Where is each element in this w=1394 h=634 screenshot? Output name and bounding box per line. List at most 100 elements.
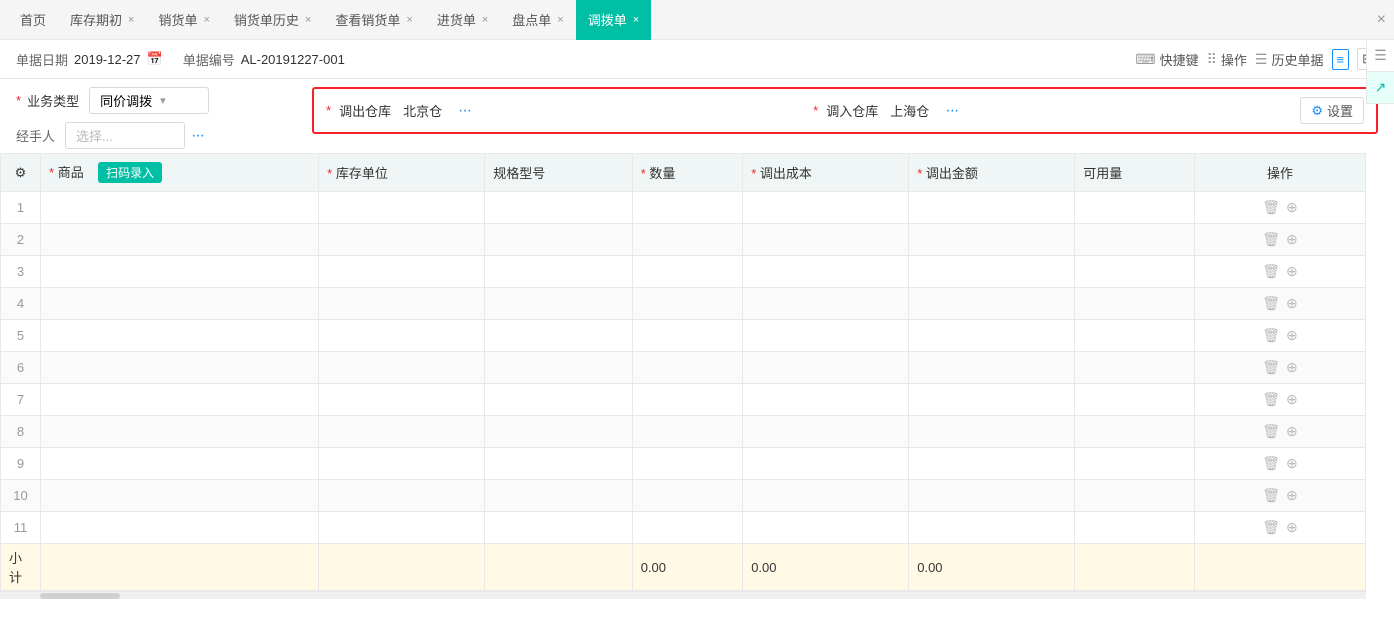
tab-sales-order[interactable]: 销货单 × [146, 0, 221, 40]
cell-available [1075, 320, 1195, 352]
subtotal-cost-cell: 0.00 [743, 544, 909, 591]
delete-icon[interactable]: 🗑 [1262, 199, 1280, 216]
delete-icon[interactable]: 🗑 [1262, 487, 1280, 504]
cell-available [1075, 384, 1195, 416]
tab-transfer-order-close[interactable]: × [633, 14, 639, 26]
horizontal-scrollbar[interactable] [0, 591, 1366, 599]
copy-icon[interactable]: ⊕ [1286, 199, 1298, 216]
sidebar-expand-icon[interactable]: ↗ [1367, 72, 1394, 104]
tab-inventory-init-close[interactable]: × [128, 14, 134, 26]
cell-goods[interactable] [41, 480, 319, 512]
th-qty-label: 数量 [649, 166, 675, 181]
cell-unit [319, 448, 485, 480]
cell-goods[interactable] [41, 416, 319, 448]
cell-spec [485, 480, 632, 512]
settings-button[interactable]: ⚙ 设置 [1300, 97, 1364, 124]
handler-field: 经手人 选择... ··· [16, 122, 296, 149]
delete-icon[interactable]: 🗑 [1262, 327, 1280, 344]
delete-icon[interactable]: 🗑 [1262, 231, 1280, 248]
shortcut-icon: ⌨ [1135, 51, 1155, 68]
delete-icon[interactable]: 🗑 [1262, 359, 1280, 376]
cell-goods[interactable] [41, 192, 319, 224]
cell-goods[interactable] [41, 256, 319, 288]
cell-goods[interactable] [41, 384, 319, 416]
copy-icon[interactable]: ⊕ [1286, 359, 1298, 376]
tab-inventory-check-close[interactable]: × [557, 14, 563, 26]
cell-available [1075, 192, 1195, 224]
business-type-dropdown[interactable]: 同价调拨 ▾ [89, 87, 209, 114]
table-row: 1 🗑 ⊕ [1, 192, 1366, 224]
copy-icon[interactable]: ⊕ [1286, 487, 1298, 504]
cell-amount [909, 256, 1075, 288]
tab-sales-order-close[interactable]: × [203, 14, 209, 26]
copy-icon[interactable]: ⊕ [1286, 231, 1298, 248]
copy-icon[interactable]: ⊕ [1286, 455, 1298, 472]
tab-view-sales-close[interactable]: × [406, 14, 412, 26]
cell-cost [743, 384, 909, 416]
cell-unit [319, 320, 485, 352]
warehouse-out-more-btn[interactable]: ··· [458, 102, 471, 120]
handler-dropdown[interactable]: 选择... [65, 122, 185, 149]
cell-cost [743, 320, 909, 352]
subtotal-available-cell [1075, 544, 1195, 591]
scrollbar-thumb [40, 593, 120, 599]
sidebar-list-icon[interactable]: ☰ [1367, 40, 1394, 72]
delete-icon[interactable]: 🗑 [1262, 295, 1280, 312]
delete-icon[interactable]: 🗑 [1262, 519, 1280, 536]
th-amount-label: 调出金额 [926, 166, 978, 181]
copy-icon[interactable]: ⊕ [1286, 263, 1298, 280]
cell-unit [319, 384, 485, 416]
window-close-button[interactable]: × [1377, 11, 1386, 29]
cell-cost [743, 224, 909, 256]
warehouse-in-more-btn[interactable]: ··· [945, 102, 958, 120]
tab-view-sales[interactable]: 查看销货单 × [323, 0, 424, 40]
copy-icon[interactable]: ⊕ [1286, 295, 1298, 312]
warehouse-in-value[interactable]: 上海仓 [890, 101, 929, 120]
tab-inventory-check[interactable]: 盘点单 × [500, 0, 575, 40]
view-toggle-list-btn[interactable]: ≡ [1332, 49, 1350, 70]
tab-purchase-order-label: 进货单 [437, 10, 476, 29]
copy-icon[interactable]: ⊕ [1286, 327, 1298, 344]
tab-sales-history-close[interactable]: × [305, 14, 311, 26]
tab-purchase-order-close[interactable]: × [482, 14, 488, 26]
warehouse-in-field: * 调入仓库 上海仓 ··· [813, 101, 1260, 120]
cell-goods[interactable] [41, 448, 319, 480]
cell-unit [319, 256, 485, 288]
tab-home[interactable]: 首页 [8, 0, 58, 40]
th-available: 可用量 [1075, 154, 1195, 192]
delete-icon[interactable]: 🗑 [1262, 423, 1280, 440]
calendar-icon[interactable]: 📅 [147, 51, 163, 67]
cell-qty [632, 384, 742, 416]
table-wrapper: ⚙ * 商品 扫码录入 * 库存单位 规格型号 * 数量 [0, 153, 1366, 634]
cell-cost [743, 352, 909, 384]
cell-qty [632, 320, 742, 352]
tab-inventory-init[interactable]: 库存期初 × [58, 0, 146, 40]
cell-goods[interactable] [41, 224, 319, 256]
cell-goods[interactable] [41, 512, 319, 544]
warehouse-out-value[interactable]: 北京仓 [403, 101, 442, 120]
copy-icon[interactable]: ⊕ [1286, 391, 1298, 408]
copy-icon[interactable]: ⊕ [1286, 423, 1298, 440]
handler-more-btn[interactable]: ··· [191, 127, 204, 145]
tab-purchase-order[interactable]: 进货单 × [425, 0, 500, 40]
operation-btn[interactable]: ⠿ 操作 [1207, 50, 1247, 69]
table-settings-header[interactable]: ⚙ [1, 154, 41, 192]
barcode-btn[interactable]: 扫码录入 [98, 162, 162, 183]
tab-transfer-order[interactable]: 调拨单 × [576, 0, 651, 40]
shortcut-btn[interactable]: ⌨ 快捷键 [1135, 50, 1198, 69]
cell-qty [632, 512, 742, 544]
tab-sales-history[interactable]: 销货单历史 × [222, 0, 323, 40]
cell-goods[interactable] [41, 320, 319, 352]
cell-goods[interactable] [41, 352, 319, 384]
items-table: ⚙ * 商品 扫码录入 * 库存单位 规格型号 * 数量 [0, 153, 1366, 591]
delete-icon[interactable]: 🗑 [1262, 263, 1280, 280]
table-row: 3 🗑 ⊕ [1, 256, 1366, 288]
delete-icon[interactable]: 🗑 [1262, 455, 1280, 472]
delete-icon[interactable]: 🗑 [1262, 391, 1280, 408]
copy-icon[interactable]: ⊕ [1286, 519, 1298, 536]
warehouse-out-field: * 调出仓库 北京仓 ··· [326, 101, 773, 120]
cell-goods[interactable] [41, 288, 319, 320]
tab-inventory-check-label: 盘点单 [512, 10, 551, 29]
history-btn[interactable]: ☰ 历史单据 [1255, 50, 1324, 69]
cell-qty [632, 448, 742, 480]
